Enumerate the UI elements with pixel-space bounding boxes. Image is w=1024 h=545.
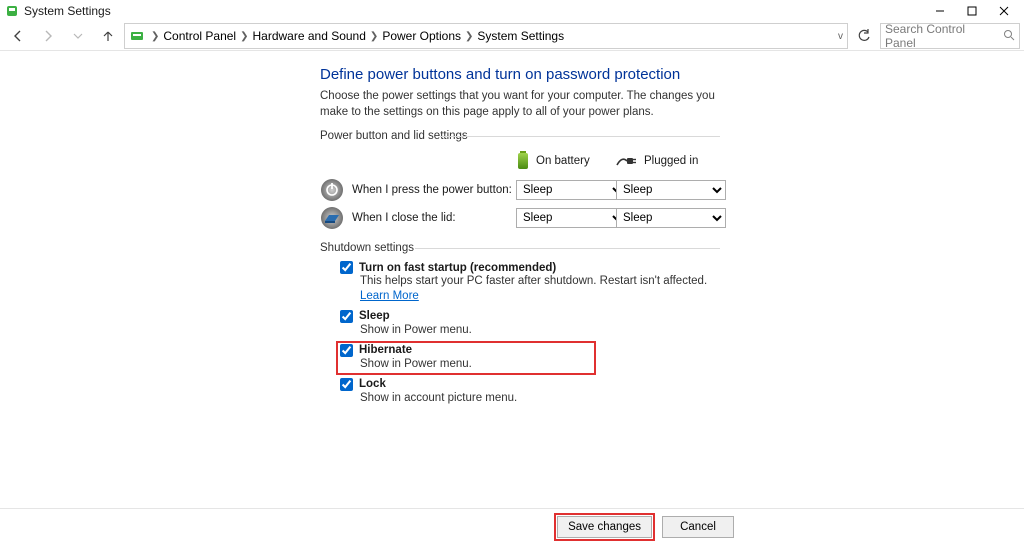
row-label-text: When I close the lid:	[352, 212, 456, 224]
search-icon	[1003, 29, 1015, 44]
shutdown-item-sleep: Sleep Show in Power menu.	[338, 309, 720, 339]
close-lid-battery-select[interactable]: Sleep	[516, 208, 626, 228]
back-button[interactable]	[4, 24, 32, 48]
section-label-power-button: Power button and lid settings	[320, 130, 720, 142]
shutdown-item-sub: Show in Power menu.	[360, 323, 718, 338]
shutdown-item-title: Lock	[359, 378, 386, 390]
row-label-text: When I press the power button:	[352, 184, 512, 196]
row-label-power-button: When I press the power button:	[320, 178, 516, 202]
shutdown-item-lock: Lock Show in account picture menu.	[338, 377, 720, 407]
maximize-button[interactable]	[956, 0, 988, 22]
close-lid-plugged-select[interactable]: Sleep	[616, 208, 726, 228]
control-panel-icon	[129, 28, 145, 44]
up-button[interactable]	[94, 24, 122, 48]
refresh-button[interactable]	[850, 24, 878, 48]
cancel-button[interactable]: Cancel	[662, 516, 734, 538]
search-box[interactable]: Search Control Panel	[880, 23, 1020, 49]
power-button-plugged-select[interactable]: Sleep	[616, 180, 726, 200]
power-button-icon	[320, 178, 344, 202]
fast-startup-checkbox[interactable]	[340, 261, 353, 274]
navigation-bar: ❯ Control Panel ❯ Hardware and Sound ❯ P…	[0, 22, 1024, 50]
forward-button[interactable]	[34, 24, 62, 48]
chevron-right-icon: ❯	[465, 31, 473, 42]
column-header-plugged-label: Plugged in	[644, 155, 698, 167]
shutdown-item-hibernate: Hibernate Show in Power menu.	[338, 343, 594, 373]
footer: Save changes Cancel	[0, 508, 1024, 545]
plug-icon	[616, 154, 638, 168]
page-description: Choose the power settings that you want …	[320, 89, 720, 120]
shutdown-settings-list: Turn on fast startup (recommended) This …	[338, 260, 720, 407]
title-bar: System Settings	[0, 0, 1024, 22]
power-button-battery-select[interactable]: Sleep	[516, 180, 626, 200]
column-header-battery-label: On battery	[536, 155, 590, 167]
chevron-right-icon: ❯	[240, 31, 248, 42]
hibernate-checkbox[interactable]	[340, 344, 353, 357]
row-label-close-lid: When I close the lid:	[320, 206, 516, 230]
window-title: System Settings	[24, 4, 111, 18]
address-dropdown-icon[interactable]: v	[838, 31, 843, 42]
shutdown-item-title: Hibernate	[359, 344, 412, 356]
battery-icon	[516, 151, 530, 171]
breadcrumb-item[interactable]: Hardware and Sound	[253, 29, 366, 43]
close-button[interactable]	[988, 0, 1020, 22]
breadcrumb-item[interactable]: System Settings	[477, 29, 564, 43]
breadcrumb-item[interactable]: Power Options	[382, 29, 461, 43]
search-placeholder: Search Control Panel	[885, 22, 999, 50]
shutdown-item-fast-startup: Turn on fast startup (recommended) This …	[338, 260, 720, 305]
learn-more-link[interactable]: Learn More	[360, 290, 419, 302]
chevron-right-icon: ❯	[151, 31, 159, 42]
app-icon	[4, 3, 20, 19]
minimize-button[interactable]	[924, 0, 956, 22]
address-bar[interactable]: ❯ Control Panel ❯ Hardware and Sound ❯ P…	[124, 23, 848, 49]
shutdown-item-title: Turn on fast startup (recommended)	[359, 262, 556, 274]
sleep-checkbox[interactable]	[340, 310, 353, 323]
lock-checkbox[interactable]	[340, 378, 353, 391]
main-content: Define power buttons and turn on passwor…	[320, 66, 720, 411]
shutdown-item-sub: Show in account picture menu.	[360, 391, 718, 406]
shutdown-item-sub: Show in Power menu.	[360, 357, 592, 372]
save-changes-button[interactable]: Save changes	[557, 516, 652, 538]
power-button-grid: On battery Plugged in When I press the p…	[356, 146, 720, 232]
shutdown-item-sub: This helps start your PC faster after sh…	[360, 274, 718, 304]
breadcrumb-item[interactable]: Control Panel	[163, 29, 236, 43]
lid-icon	[320, 206, 344, 230]
column-header-plugged: Plugged in	[616, 154, 746, 168]
chevron-right-icon: ❯	[370, 31, 378, 42]
column-header-battery: On battery	[516, 151, 616, 171]
section-label-shutdown: Shutdown settings	[320, 242, 720, 254]
recent-locations-button[interactable]	[64, 24, 92, 48]
page-title: Define power buttons and turn on passwor…	[320, 66, 720, 83]
shutdown-item-title: Sleep	[359, 310, 390, 322]
